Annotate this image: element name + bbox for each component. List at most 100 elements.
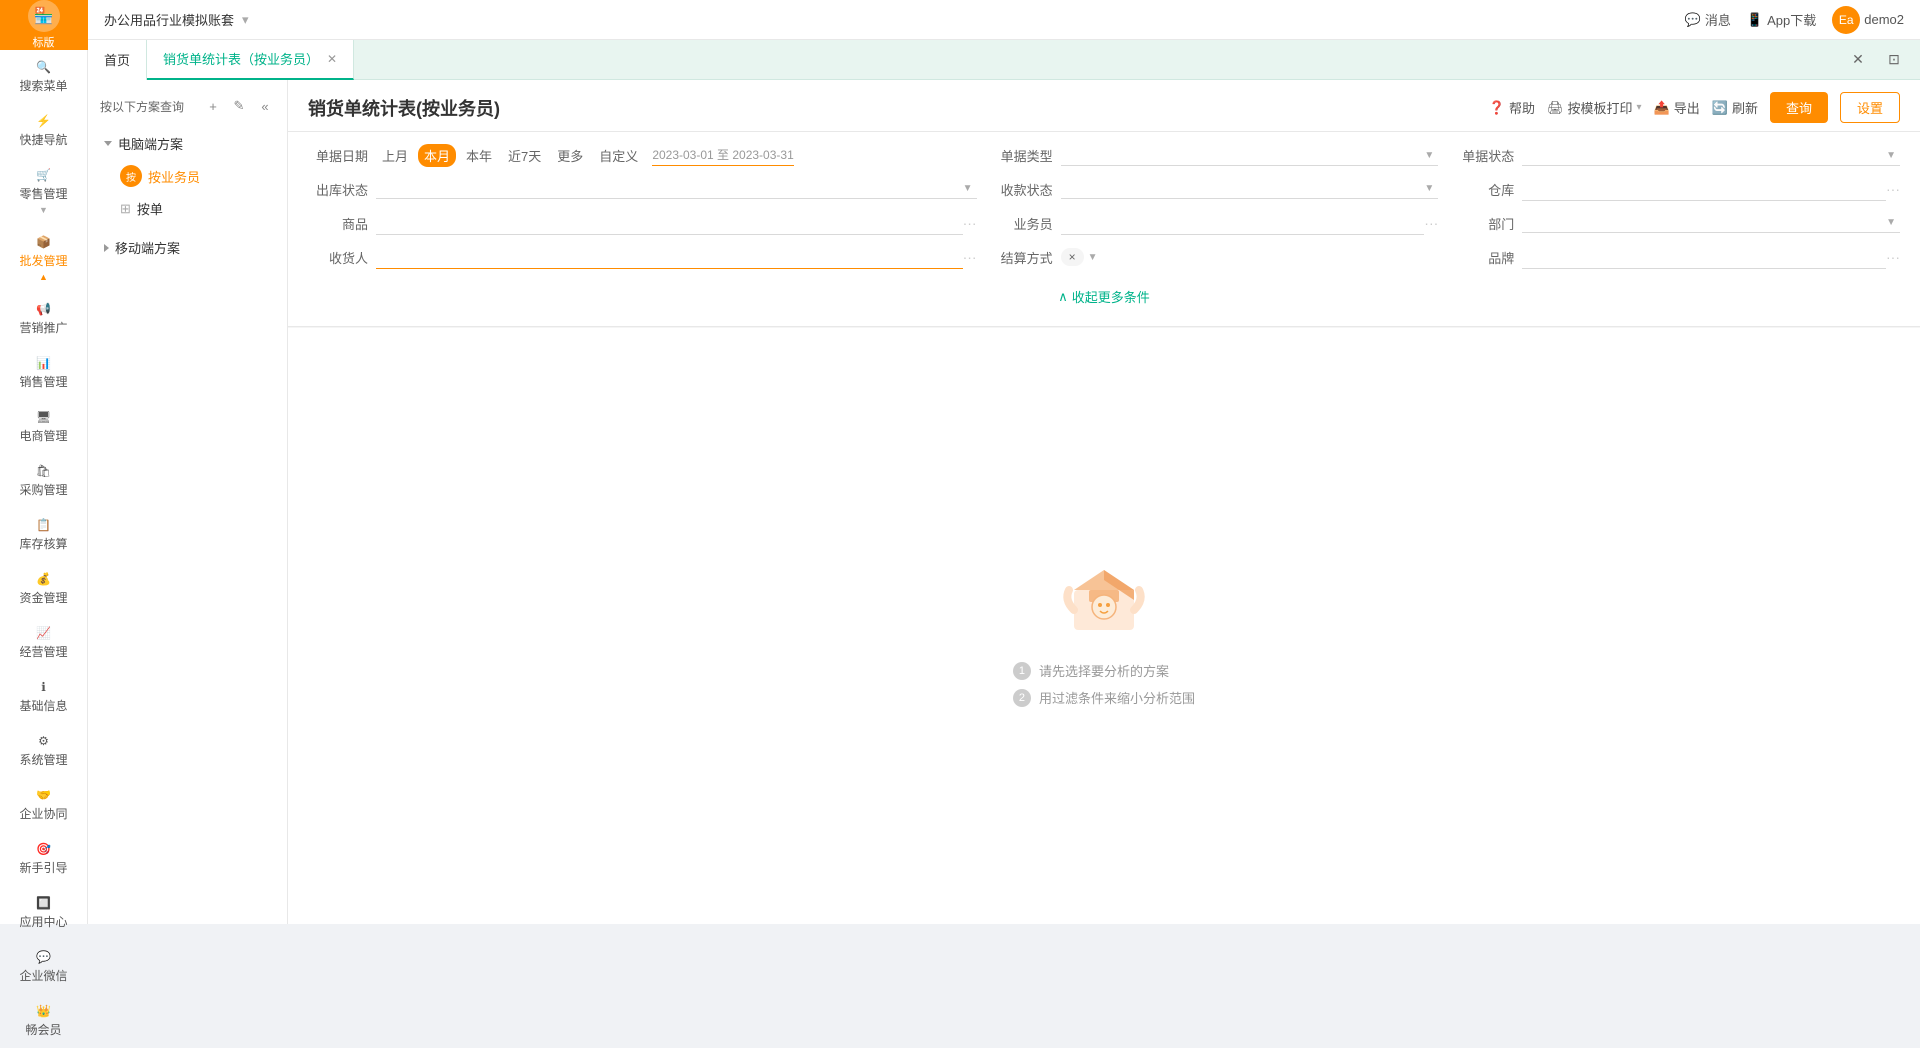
sidebar-item-member[interactable]: 👑 畅会员	[0, 994, 88, 1048]
sidebar-item-system[interactable]: ⚙ 系统管理	[0, 724, 88, 778]
sidebar-item-search[interactable]: 🔍 搜索菜单	[0, 50, 88, 104]
receiver-dots[interactable]: ···	[963, 249, 977, 265]
receiver-label: 收货人	[308, 248, 368, 267]
salesperson-dots[interactable]: ···	[1424, 215, 1438, 231]
scheme-group-mobile-label: 移动端方案	[115, 238, 180, 257]
export-button[interactable]: 📤 导出	[1654, 98, 1700, 117]
sidebar-item-marketing[interactable]: 📢 营销推广	[0, 292, 88, 346]
salesperson-input[interactable]	[1061, 211, 1425, 235]
sidebar-item-label: 经营管理	[19, 643, 67, 660]
brand-dots[interactable]: ···	[1886, 249, 1900, 265]
tab-home[interactable]: 首页	[88, 40, 147, 80]
collapse-panel-button[interactable]: «	[255, 96, 275, 116]
date-tab-last-month[interactable]: 上月	[376, 144, 414, 167]
header-left: 办公用品行业模拟账套 ▾	[104, 10, 249, 29]
goods-dots[interactable]: ···	[963, 215, 977, 231]
expand-right-icon	[104, 244, 109, 252]
settings-button[interactable]: 设置	[1840, 92, 1900, 123]
sidebar-item-label: 库存核算	[19, 535, 67, 552]
doc-status-select[interactable]: ▼	[1522, 146, 1900, 166]
brand-input[interactable]	[1522, 245, 1886, 269]
receiver-input[interactable]	[376, 245, 963, 269]
sidebar-item-wechat[interactable]: 💬 企业微信	[0, 940, 88, 994]
sidebar-item-purchase[interactable]: 🛍 采购管理	[0, 454, 88, 508]
date-tab-custom[interactable]: 自定义	[593, 144, 644, 167]
refresh-button[interactable]: 🔄 刷新	[1712, 98, 1758, 117]
sidebar-item-basic-info[interactable]: ℹ 基础信息	[0, 670, 88, 724]
sidebar-item-ecommerce[interactable]: 🖥 电商管理	[0, 400, 88, 454]
doc-status-label: 单据状态	[1454, 146, 1514, 165]
date-tab-more[interactable]: 更多	[551, 144, 589, 167]
scheme-by-order-label: 按单	[137, 199, 163, 218]
scheme-group-mobile-header[interactable]: 移动端方案	[88, 232, 287, 263]
scheme-active-icon: 按	[120, 165, 142, 187]
left-panel-header: 按以下方案查询 + ✎ «	[88, 88, 287, 124]
sidebar-item-operation[interactable]: 📈 经营管理	[0, 616, 88, 670]
query-button[interactable]: 查询	[1770, 92, 1828, 123]
warehouse-label: 仓库	[1454, 180, 1514, 199]
tab-restore-button[interactable]: ⊡	[1880, 46, 1908, 74]
scheme-by-order[interactable]: ⊞ 按单	[88, 193, 287, 224]
app-download-button[interactable]: 📱 App下载	[1747, 10, 1816, 29]
export-icon: 📤	[1654, 100, 1670, 116]
sidebar-item-collab[interactable]: 🤝 企业协同	[0, 778, 88, 832]
dept-label: 部门	[1454, 214, 1514, 233]
user-profile[interactable]: Ea demo2	[1832, 6, 1904, 34]
tab-sales-stat[interactable]: 销货单统计表（按业务员） ✕	[147, 40, 354, 80]
goods-input[interactable]	[376, 211, 963, 235]
edit-scheme-button[interactable]: ✎	[229, 96, 249, 116]
add-scheme-button[interactable]: +	[203, 96, 223, 116]
settle-tag-close[interactable]: ×	[1069, 250, 1076, 264]
date-tabs-group: 上月 本月 本年 近7天 更多 自定义 2023-03-01 至 2023-03…	[376, 144, 977, 167]
sidebar-item-label: 搜索菜单	[19, 77, 67, 94]
settle-chevron[interactable]: ▼	[1088, 252, 1098, 263]
brand-label: 品牌	[1454, 248, 1514, 267]
tab-close-icon[interactable]: ✕	[327, 52, 337, 66]
doc-type-select[interactable]: ▼	[1061, 146, 1439, 166]
logo-icon: 🏪	[28, 0, 60, 32]
goods-label: 商品	[308, 214, 368, 233]
scheme-by-salesperson[interactable]: 按 按业务员	[88, 159, 287, 193]
collapse-button[interactable]: ∧ 收起更多条件	[1058, 287, 1150, 306]
expand-arrow-active: ▲	[39, 272, 48, 282]
message-button[interactable]: 💬 消息	[1685, 10, 1731, 29]
sidebar-item-guide[interactable]: 🎯 新手引导	[0, 832, 88, 886]
guide-icon: 🎯	[36, 842, 51, 856]
sidebar-item-finance[interactable]: 💰 资金管理	[0, 562, 88, 616]
sidebar-item-wholesale[interactable]: 📦 批发管理 ▲	[0, 225, 88, 292]
help-button[interactable]: ❓ 帮助	[1489, 98, 1535, 117]
scheme-group-desktop-header[interactable]: 电脑端方案	[88, 128, 287, 159]
sidebar-item-label: 基础信息	[19, 697, 67, 714]
sidebar-item-retail[interactable]: 🛒 零售管理 ▼	[0, 158, 88, 225]
collapse-row: ∧ 收起更多条件	[308, 279, 1900, 314]
purchase-icon: 🛍	[36, 464, 51, 478]
sidebar-item-label: 企业微信	[19, 967, 67, 984]
dept-select[interactable]: ▼	[1522, 213, 1900, 233]
sidebar-item-quick-nav[interactable]: ⚡ 快捷导航	[0, 104, 88, 158]
filter-area: 单据日期 上月 本月 本年 近7天 更多 自定义 2023-03-01 至 20…	[288, 132, 1920, 327]
help-icon: ❓	[1489, 100, 1505, 116]
logo-text: 标版	[33, 34, 55, 50]
inventory-icon: 📋	[36, 518, 51, 532]
warehouse-input[interactable]	[1522, 177, 1886, 201]
doc-status-chevron: ▼	[1886, 150, 1896, 161]
date-tab-this-year[interactable]: 本年	[460, 144, 498, 167]
header-dropdown-icon[interactable]: ▾	[242, 12, 249, 28]
wechat-icon: 💬	[36, 950, 51, 964]
sales-icon: 📊	[36, 356, 51, 370]
sidebar-item-inventory[interactable]: 📋 库存核算	[0, 508, 88, 562]
tab-close-all-button[interactable]: ✕	[1844, 46, 1872, 74]
print-button[interactable]: 🖨 按模板打印 ▾	[1547, 98, 1642, 117]
warehouse-dots[interactable]: ···	[1886, 181, 1900, 197]
date-tab-this-month[interactable]: 本月	[418, 144, 456, 167]
refresh-icon: 🔄	[1712, 100, 1728, 116]
sidebar-item-app-center[interactable]: 🔲 应用中心	[0, 886, 88, 940]
sidebar-item-label: 新手引导	[19, 859, 67, 876]
app-center-icon: 🔲	[36, 896, 51, 910]
filter-row-1: 单据日期 上月 本月 本年 近7天 更多 自定义 2023-03-01 至 20…	[308, 144, 1900, 167]
out-status-select[interactable]: ▼	[376, 179, 977, 199]
sidebar-item-label: 快捷导航	[19, 131, 67, 148]
date-tab-7days[interactable]: 近7天	[502, 144, 547, 167]
collect-status-select[interactable]: ▼	[1061, 179, 1439, 199]
sidebar-item-sales[interactable]: 📊 销售管理	[0, 346, 88, 400]
